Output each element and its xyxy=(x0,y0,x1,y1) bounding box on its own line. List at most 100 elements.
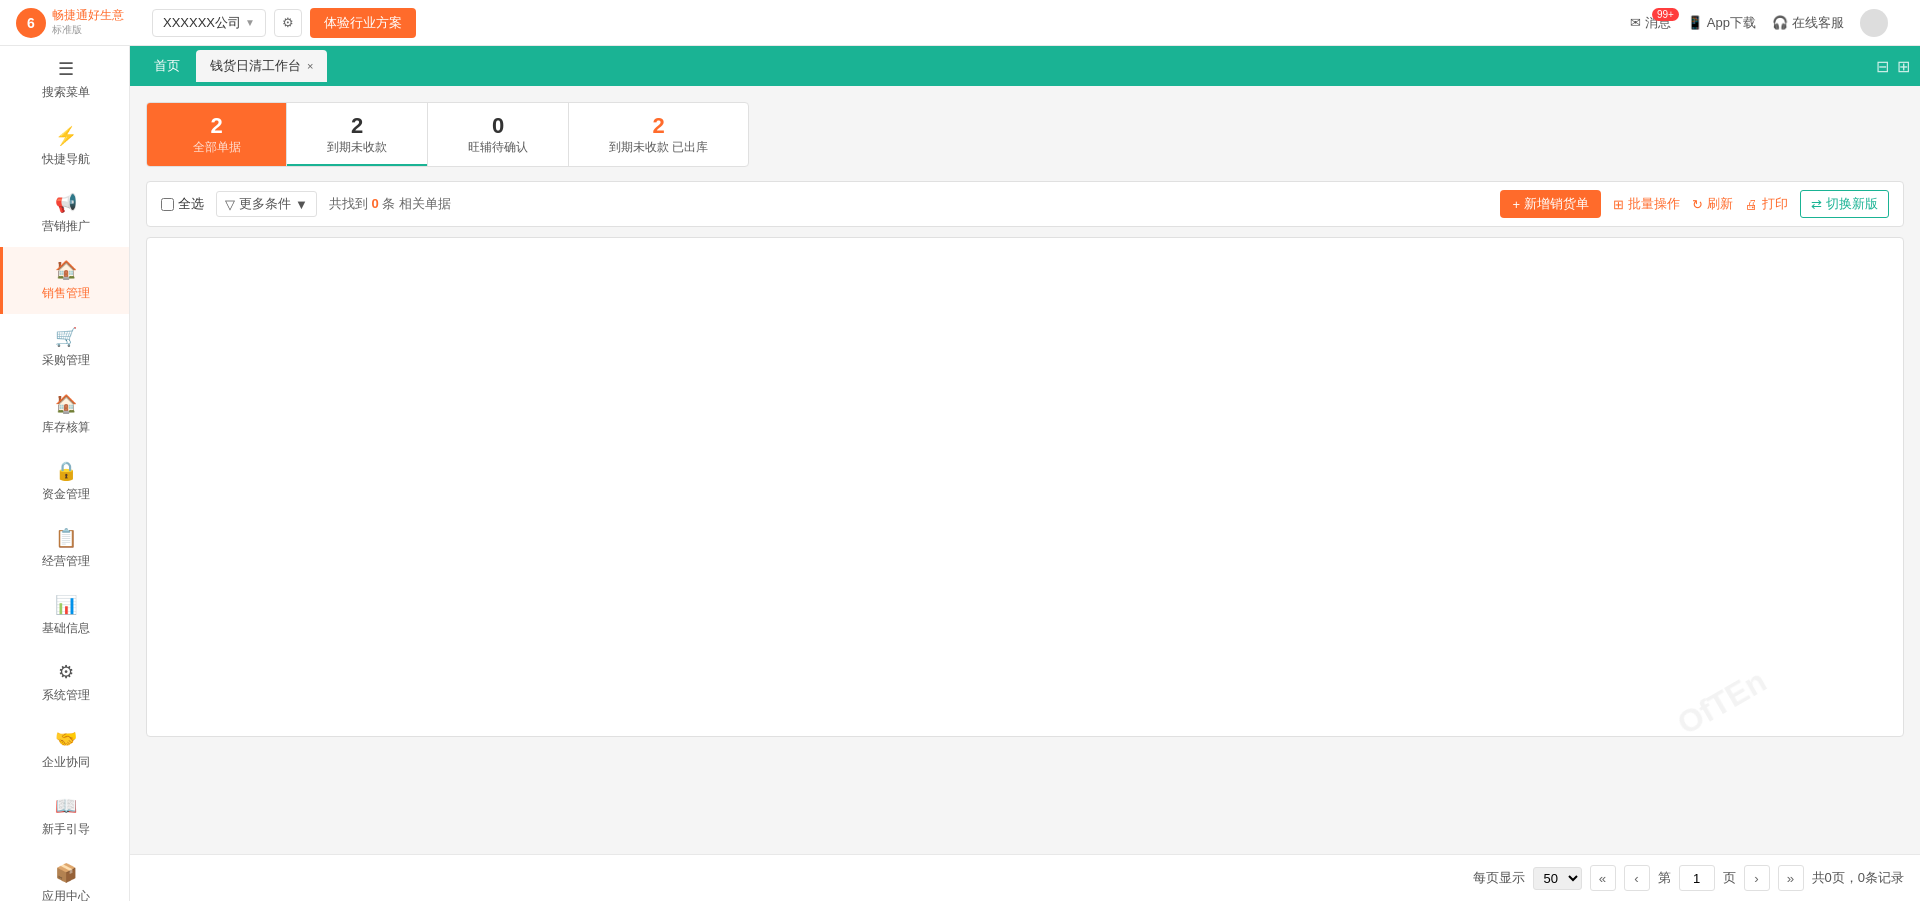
sidebar-label-operations: 经营管理 xyxy=(42,553,90,570)
per-page-select[interactable]: 50 xyxy=(1533,867,1582,890)
tab-indicator-overdue xyxy=(287,164,427,166)
purchase-icon: 🛒 xyxy=(55,326,77,348)
next-page-button[interactable]: › xyxy=(1744,865,1770,891)
sidebar-item-finance[interactable]: 🔒 资金管理 xyxy=(0,448,129,515)
headset-icon: 🎧 xyxy=(1772,15,1788,30)
online-service-label: 在线客服 xyxy=(1792,14,1844,32)
finance-icon: 🔒 xyxy=(55,460,77,482)
logo-text-area: 畅捷通好生意 标准版 xyxy=(52,8,124,36)
select-all-checkbox[interactable]: 全选 xyxy=(161,195,204,213)
stat-label-all: 全部单据 xyxy=(193,139,241,156)
sidebar-item-marketing[interactable]: 📢 营销推广 xyxy=(0,180,129,247)
sidebar-item-base-info[interactable]: 📊 基础信息 xyxy=(0,582,129,649)
sidebar-label-cooperation: 企业协同 xyxy=(42,754,90,771)
print-icon: 🖨 xyxy=(1745,197,1758,212)
user-avatar[interactable] xyxy=(1860,9,1888,37)
found-suffix: 条 相关单据 xyxy=(382,196,451,211)
main-layout: ☰ 搜索菜单 ⚡ 快捷导航 📢 营销推广 🏠 销售管理 🛒 采购管理 🏠 库存核… xyxy=(0,46,1920,901)
print-button[interactable]: 🖨 打印 xyxy=(1745,195,1788,213)
sidebar-label-finance: 资金管理 xyxy=(42,486,90,503)
marketing-icon: 📢 xyxy=(55,192,77,214)
sidebar-item-search-menu[interactable]: ☰ 搜索菜单 xyxy=(0,46,129,113)
tab-bar-actions: ⊟ ⊞ xyxy=(1876,57,1910,76)
tab-maximize-icon[interactable]: ⊞ xyxy=(1897,57,1910,76)
app-center-icon: 📦 xyxy=(55,862,77,884)
select-all-input[interactable] xyxy=(161,198,174,211)
phone-icon: 📱 xyxy=(1687,15,1703,30)
found-count: 0 xyxy=(372,196,379,211)
found-prefix: 共找到 xyxy=(329,196,368,211)
found-text: 共找到 0 条 相关单据 xyxy=(329,195,451,213)
batch-operation-button[interactable]: ⊞ 批量操作 xyxy=(1613,195,1680,213)
system-icon: ⚙ xyxy=(58,661,74,683)
sales-icon: 🏠 xyxy=(55,259,77,281)
tab-minimize-icon[interactable]: ⊟ xyxy=(1876,57,1889,76)
stat-tab-out-stock[interactable]: 2 到期未收款 已出库 xyxy=(569,103,748,166)
toolbar-left: 全选 ▽ 更多条件 ▼ 共找到 0 条 相关单据 xyxy=(161,191,451,217)
stat-num-pending: 0 xyxy=(492,113,504,139)
message-badge: 99+ xyxy=(1652,8,1679,21)
filter-label: 更多条件 xyxy=(239,195,291,213)
sidebar-item-system[interactable]: ⚙ 系统管理 xyxy=(0,649,129,716)
switch-version-button[interactable]: ⇄ 切换新版 xyxy=(1800,190,1889,218)
refresh-button[interactable]: ↻ 刷新 xyxy=(1692,195,1733,213)
last-page-button[interactable]: » xyxy=(1778,865,1804,891)
page-unit: 页 xyxy=(1723,869,1736,887)
experience-button[interactable]: 体验行业方案 xyxy=(310,8,416,38)
company-selector[interactable]: XXXXXX公司 ▼ xyxy=(152,9,266,37)
sidebar-item-sales[interactable]: 🏠 销售管理 xyxy=(0,247,129,314)
inventory-icon: 🏠 xyxy=(55,393,77,415)
select-all-label: 全选 xyxy=(178,195,204,213)
sidebar-item-inventory[interactable]: 🏠 库存核算 xyxy=(0,381,129,448)
logo-icon: 6 xyxy=(16,8,46,38)
stat-tab-all[interactable]: 2 全部单据 xyxy=(147,103,287,166)
sidebar-item-app-center[interactable]: 📦 应用中心 xyxy=(0,850,129,901)
page-content: 2 全部单据 2 到期未收款 0 旺辅待确认 2 到期未收款 已出库 xyxy=(130,86,1920,854)
switch-label: 切换新版 xyxy=(1826,195,1878,213)
top-bar-right: ✉ 消息 99+ 📱 App下载 🎧 在线客服 xyxy=(1630,9,1904,37)
tab-home-label: 首页 xyxy=(154,57,180,75)
sidebar: ☰ 搜索菜单 ⚡ 快捷导航 📢 营销推广 🏠 销售管理 🛒 采购管理 🏠 库存核… xyxy=(0,46,130,901)
app-download-button[interactable]: 📱 App下载 xyxy=(1687,14,1756,32)
tab-bar: 首页 钱货日清工作台 × ⊟ ⊞ xyxy=(130,46,1920,86)
guide-icon: 📖 xyxy=(55,795,77,817)
pagination: 每页显示 50 « ‹ 第 页 › » 共0页，0条记录 xyxy=(130,854,1920,901)
add-icon: + xyxy=(1512,197,1520,212)
batch-label: 批量操作 xyxy=(1628,195,1680,213)
stat-tab-overdue[interactable]: 2 到期未收款 xyxy=(287,103,428,166)
tab-active[interactable]: 钱货日清工作台 × xyxy=(196,50,327,82)
message-button[interactable]: ✉ 消息 99+ xyxy=(1630,14,1671,32)
tab-active-label: 钱货日清工作台 xyxy=(210,57,301,75)
sidebar-item-quick-nav[interactable]: ⚡ 快捷导航 xyxy=(0,113,129,180)
tab-close-icon[interactable]: × xyxy=(307,60,313,72)
stat-tab-pending[interactable]: 0 旺辅待确认 xyxy=(428,103,569,166)
tab-home[interactable]: 首页 xyxy=(140,50,194,82)
logo-area: 6 畅捷通好生意 标准版 xyxy=(16,8,124,38)
sidebar-item-operations[interactable]: 📋 经营管理 xyxy=(0,515,129,582)
sidebar-item-guide[interactable]: 📖 新手引导 xyxy=(0,783,129,850)
table-area xyxy=(146,237,1904,737)
add-btn-label: 新增销货单 xyxy=(1524,195,1589,213)
company-name: XXXXXX公司 xyxy=(163,14,241,32)
filter-button[interactable]: ▽ 更多条件 ▼ xyxy=(216,191,317,217)
sidebar-label-search-menu: 搜索菜单 xyxy=(42,84,90,101)
cooperation-icon: 🤝 xyxy=(55,728,77,750)
sidebar-item-cooperation[interactable]: 🤝 企业协同 xyxy=(0,716,129,783)
switch-icon: ⇄ xyxy=(1811,197,1822,212)
sidebar-label-base-info: 基础信息 xyxy=(42,620,90,637)
page-label: 第 xyxy=(1658,869,1671,887)
prev-page-button[interactable]: ‹ xyxy=(1624,865,1650,891)
first-page-button[interactable]: « xyxy=(1590,865,1616,891)
stat-num-all: 2 xyxy=(210,113,222,139)
sidebar-label-sales: 销售管理 xyxy=(42,285,90,302)
chevron-filter-icon: ▼ xyxy=(295,197,308,212)
online-service-button[interactable]: 🎧 在线客服 xyxy=(1772,14,1844,32)
sidebar-label-inventory: 库存核算 xyxy=(42,419,90,436)
page-number-input[interactable] xyxy=(1679,865,1715,891)
add-sales-button[interactable]: + 新增销货单 xyxy=(1500,190,1601,218)
filter-icon: ▽ xyxy=(225,197,235,212)
sidebar-item-purchase[interactable]: 🛒 采购管理 xyxy=(0,314,129,381)
settings-button[interactable]: ⚙ xyxy=(274,9,302,37)
sidebar-label-system: 系统管理 xyxy=(42,687,90,704)
logo-sub: 标准版 xyxy=(52,23,124,37)
